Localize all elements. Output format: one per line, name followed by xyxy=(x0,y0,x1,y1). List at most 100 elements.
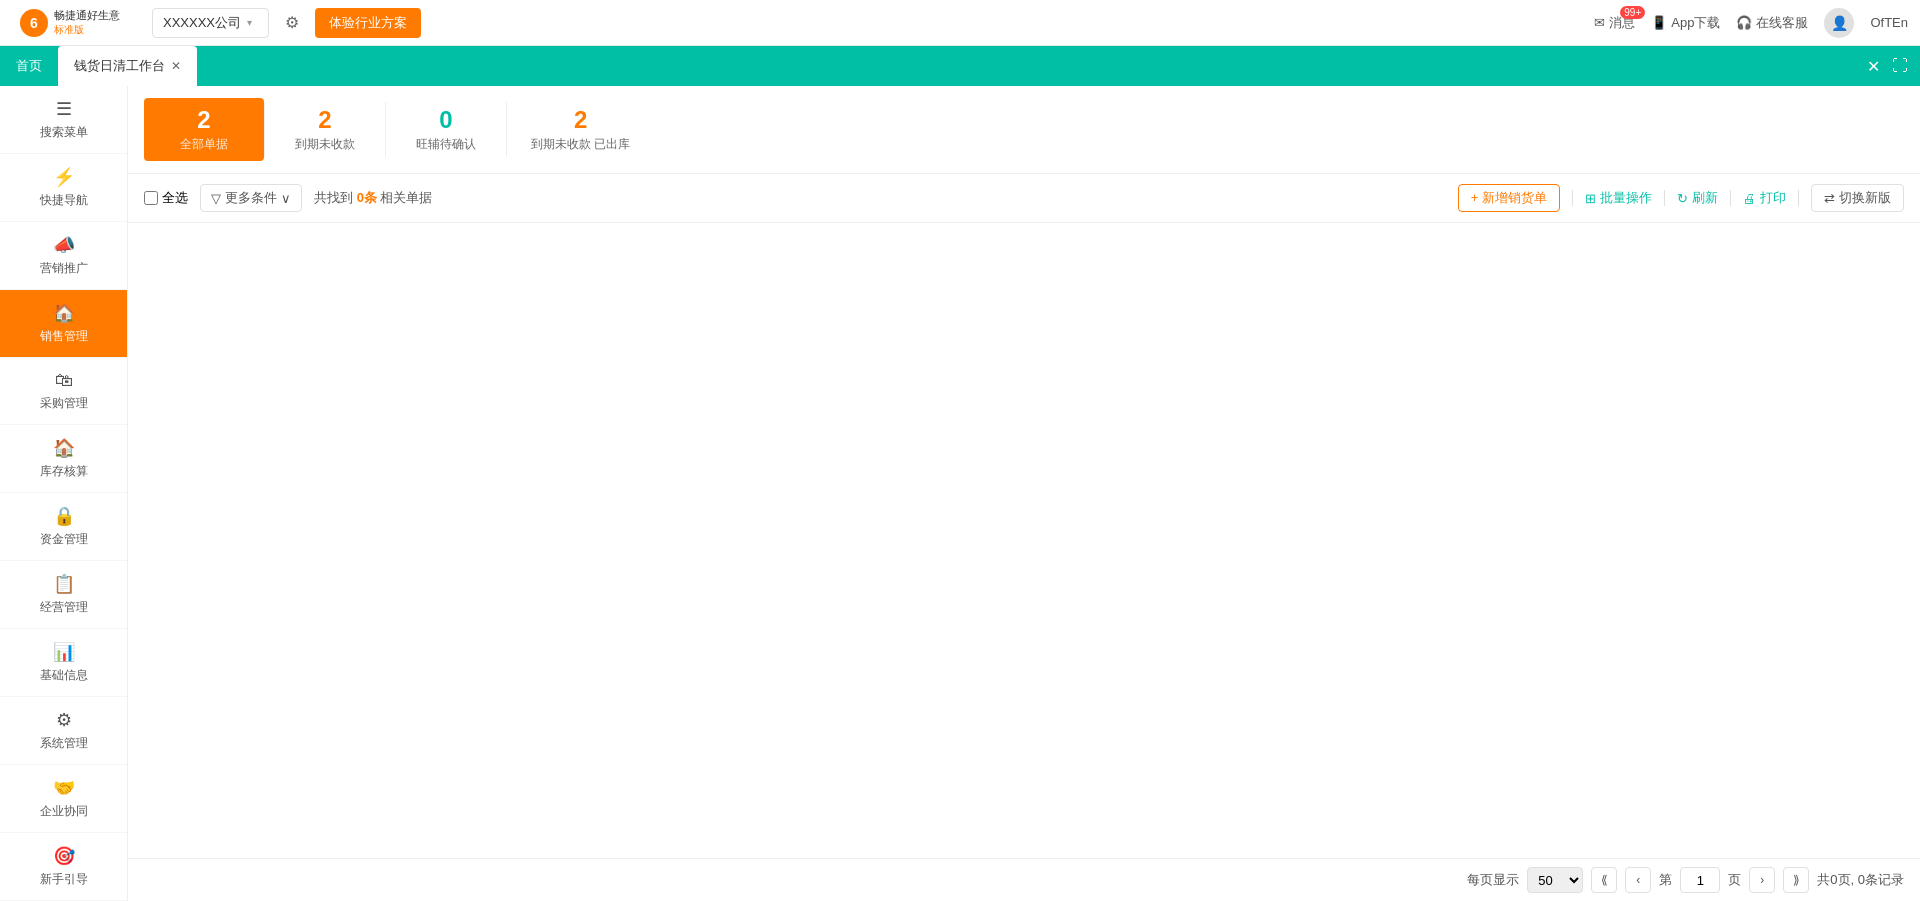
app-download-action[interactable]: 📱 App下载 xyxy=(1651,14,1720,32)
company-chevron-icon: ▾ xyxy=(247,17,252,28)
stat-overdue-shipped-number: 2 xyxy=(574,106,587,134)
per-page-label: 每页显示 xyxy=(1467,871,1519,889)
batch-ops-icon: ⊞ xyxy=(1585,191,1596,206)
online-service-label: 在线客服 xyxy=(1756,14,1808,32)
per-page-select[interactable]: 50 100 200 xyxy=(1527,867,1583,893)
next-page-button[interactable]: › xyxy=(1749,867,1775,893)
app-download-label: App下载 xyxy=(1671,14,1720,32)
sidebar-item-guide-label: 新手引导 xyxy=(40,871,88,888)
stat-overdue-shipped-label: 到期未收款 已出库 xyxy=(531,136,630,153)
page-number-input[interactable] xyxy=(1680,867,1720,893)
app-name: 畅捷通好生意 xyxy=(54,8,120,22)
tab-home[interactable]: 首页 xyxy=(0,46,58,86)
select-all-input[interactable] xyxy=(144,191,158,205)
first-page-button[interactable]: ⟪ xyxy=(1591,867,1617,893)
tab-close-icon[interactable]: ✕ xyxy=(171,59,181,73)
logo-area: 6 畅捷通好生意 标准版 xyxy=(12,0,140,45)
company-selector[interactable]: XXXXXX公司 ▾ xyxy=(152,8,269,38)
purchase-icon: 🛍 xyxy=(55,370,73,391)
tab-sales-workbench-label: 钱货日清工作台 xyxy=(74,57,165,75)
main-layout: ☰ 搜索菜单 ⚡ 快捷导航 📣 营销推广 🏠 销售管理 🛍 采购管理 🏠 库存核… xyxy=(0,86,1920,901)
sidebar-item-basic-info[interactable]: 📊 基础信息 xyxy=(0,629,127,697)
sidebar-item-sales-label: 销售管理 xyxy=(40,328,88,345)
prev-page-button[interactable]: ‹ xyxy=(1625,867,1651,893)
sidebar-item-marketing[interactable]: 📣 营销推广 xyxy=(0,222,127,290)
last-page-button[interactable]: ⟫ xyxy=(1783,867,1809,893)
sidebar-item-system[interactable]: ⚙ 系统管理 xyxy=(0,697,127,765)
sidebar-item-sales[interactable]: 🏠 销售管理 xyxy=(0,290,127,358)
toolbar-left: 全选 ▽ 更多条件 ∨ 共找到 0条 相关单据 xyxy=(144,184,1446,212)
stat-all-orders-number: 2 xyxy=(197,106,210,134)
sidebar-item-inventory[interactable]: 🏠 库存核算 xyxy=(0,425,127,493)
app-edition: 标准版 xyxy=(54,23,120,37)
sidebar-item-guide[interactable]: 🎯 新手引导 xyxy=(0,833,127,901)
top-header: 6 畅捷通好生意 标准版 XXXXXX公司 ▾ ⚙ 体验行业方案 ✉ 消息 99… xyxy=(0,0,1920,46)
tab-bar-close-icon[interactable]: ✕ xyxy=(1867,57,1880,76)
tab-bar: 首页 钱货日清工作台 ✕ ✕ ⛶ xyxy=(0,46,1920,86)
trial-button[interactable]: 体验行业方案 xyxy=(315,8,421,38)
sidebar-item-purchase[interactable]: 🛍 采购管理 xyxy=(0,358,127,425)
online-service-action[interactable]: 🎧 在线客服 xyxy=(1736,14,1808,32)
switch-new-button[interactable]: ⇄ 切换新版 xyxy=(1811,184,1904,212)
batch-ops-button[interactable]: ⊞ 批量操作 xyxy=(1585,189,1652,207)
table-empty-area xyxy=(128,223,1920,858)
stat-overdue-uncollected[interactable]: 2 到期未收款 xyxy=(265,98,385,161)
sidebar-item-operations-label: 经营管理 xyxy=(40,599,88,616)
stat-overdue-label: 到期未收款 xyxy=(295,136,355,153)
stat-wangfu-pending[interactable]: 0 旺辅待确认 xyxy=(386,98,506,161)
marketing-icon: 📣 xyxy=(53,234,75,256)
toolbar-right: + 新增销货单 ⊞ 批量操作 ↻ 刷新 🖨 打印 ⇄ xyxy=(1458,184,1904,212)
print-button[interactable]: 🖨 打印 xyxy=(1743,189,1786,207)
basic-info-icon: 📊 xyxy=(53,641,75,663)
found-count: 0条 xyxy=(357,190,377,205)
toolbar-divider-4 xyxy=(1798,190,1799,206)
stat-overdue-shipped[interactable]: 2 到期未收款 已出库 xyxy=(507,98,654,161)
avatar[interactable]: 👤 xyxy=(1824,8,1854,38)
inventory-icon: 🏠 xyxy=(53,437,75,459)
sidebar-item-search[interactable]: ☰ 搜索菜单 xyxy=(0,86,127,154)
sidebar-item-quick-nav-label: 快捷导航 xyxy=(40,192,88,209)
more-filter-button[interactable]: ▽ 更多条件 ∨ xyxy=(200,184,302,212)
select-all-checkbox[interactable]: 全选 xyxy=(144,189,188,207)
sidebar-item-quick-nav[interactable]: ⚡ 快捷导航 xyxy=(0,154,127,222)
messages-action[interactable]: ✉ 消息 99+ xyxy=(1594,14,1635,32)
user-name: OfTEn xyxy=(1870,15,1908,30)
system-icon: ⚙ xyxy=(56,709,72,731)
refresh-label: 刷新 xyxy=(1692,189,1718,207)
toolbar: 全选 ▽ 更多条件 ∨ 共找到 0条 相关单据 + 新增销货单 ⊞ 批 xyxy=(128,174,1920,223)
tab-sales-workbench[interactable]: 钱货日清工作台 ✕ xyxy=(58,46,197,86)
guide-icon: 🎯 xyxy=(53,845,75,867)
sidebar-item-search-label: 搜索菜单 xyxy=(40,124,88,141)
stat-wangfu-number: 0 xyxy=(439,106,452,134)
quick-nav-icon: ⚡ xyxy=(53,166,75,188)
toolbar-divider-3 xyxy=(1730,190,1731,206)
sidebar-item-purchase-label: 采购管理 xyxy=(40,395,88,412)
sidebar-item-system-label: 系统管理 xyxy=(40,735,88,752)
sidebar-item-cooperation[interactable]: 🤝 企业协同 xyxy=(0,765,127,833)
sidebar-item-basic-info-label: 基础信息 xyxy=(40,667,88,684)
service-icon: 🎧 xyxy=(1736,15,1752,30)
toolbar-divider-2 xyxy=(1664,190,1665,206)
sales-icon: 🏠 xyxy=(53,302,75,324)
operations-icon: 📋 xyxy=(53,573,75,595)
tab-bar-expand-icon[interactable]: ⛶ xyxy=(1892,57,1908,76)
cooperation-icon: 🤝 xyxy=(53,777,75,799)
stat-overdue-number: 2 xyxy=(318,106,331,134)
new-sales-button[interactable]: + 新增销货单 xyxy=(1458,184,1560,212)
pagination-bar: 每页显示 50 100 200 ⟪ ‹ 第 页 › ⟫ 共0页, 0条记录 xyxy=(128,858,1920,901)
stat-all-orders[interactable]: 2 全部单据 xyxy=(144,98,264,161)
switch-icon: ⇄ xyxy=(1824,191,1835,206)
finance-icon: 🔒 xyxy=(53,505,75,527)
settings-icon[interactable]: ⚙ xyxy=(277,8,307,38)
sidebar-item-inventory-label: 库存核算 xyxy=(40,463,88,480)
print-label: 打印 xyxy=(1760,189,1786,207)
refresh-button[interactable]: ↻ 刷新 xyxy=(1677,189,1718,207)
tab-home-label: 首页 xyxy=(16,57,42,75)
switch-label: 切换新版 xyxy=(1839,189,1891,207)
sidebar-item-operations[interactable]: 📋 经营管理 xyxy=(0,561,127,629)
sidebar-item-finance[interactable]: 🔒 资金管理 xyxy=(0,493,127,561)
toolbar-divider-1 xyxy=(1572,190,1573,206)
refresh-icon: ↻ xyxy=(1677,191,1688,206)
stats-row: 2 全部单据 2 到期未收款 0 旺辅待确认 2 到期未收款 已出库 xyxy=(128,86,1920,174)
app-logo-icon: 6 xyxy=(20,9,48,37)
